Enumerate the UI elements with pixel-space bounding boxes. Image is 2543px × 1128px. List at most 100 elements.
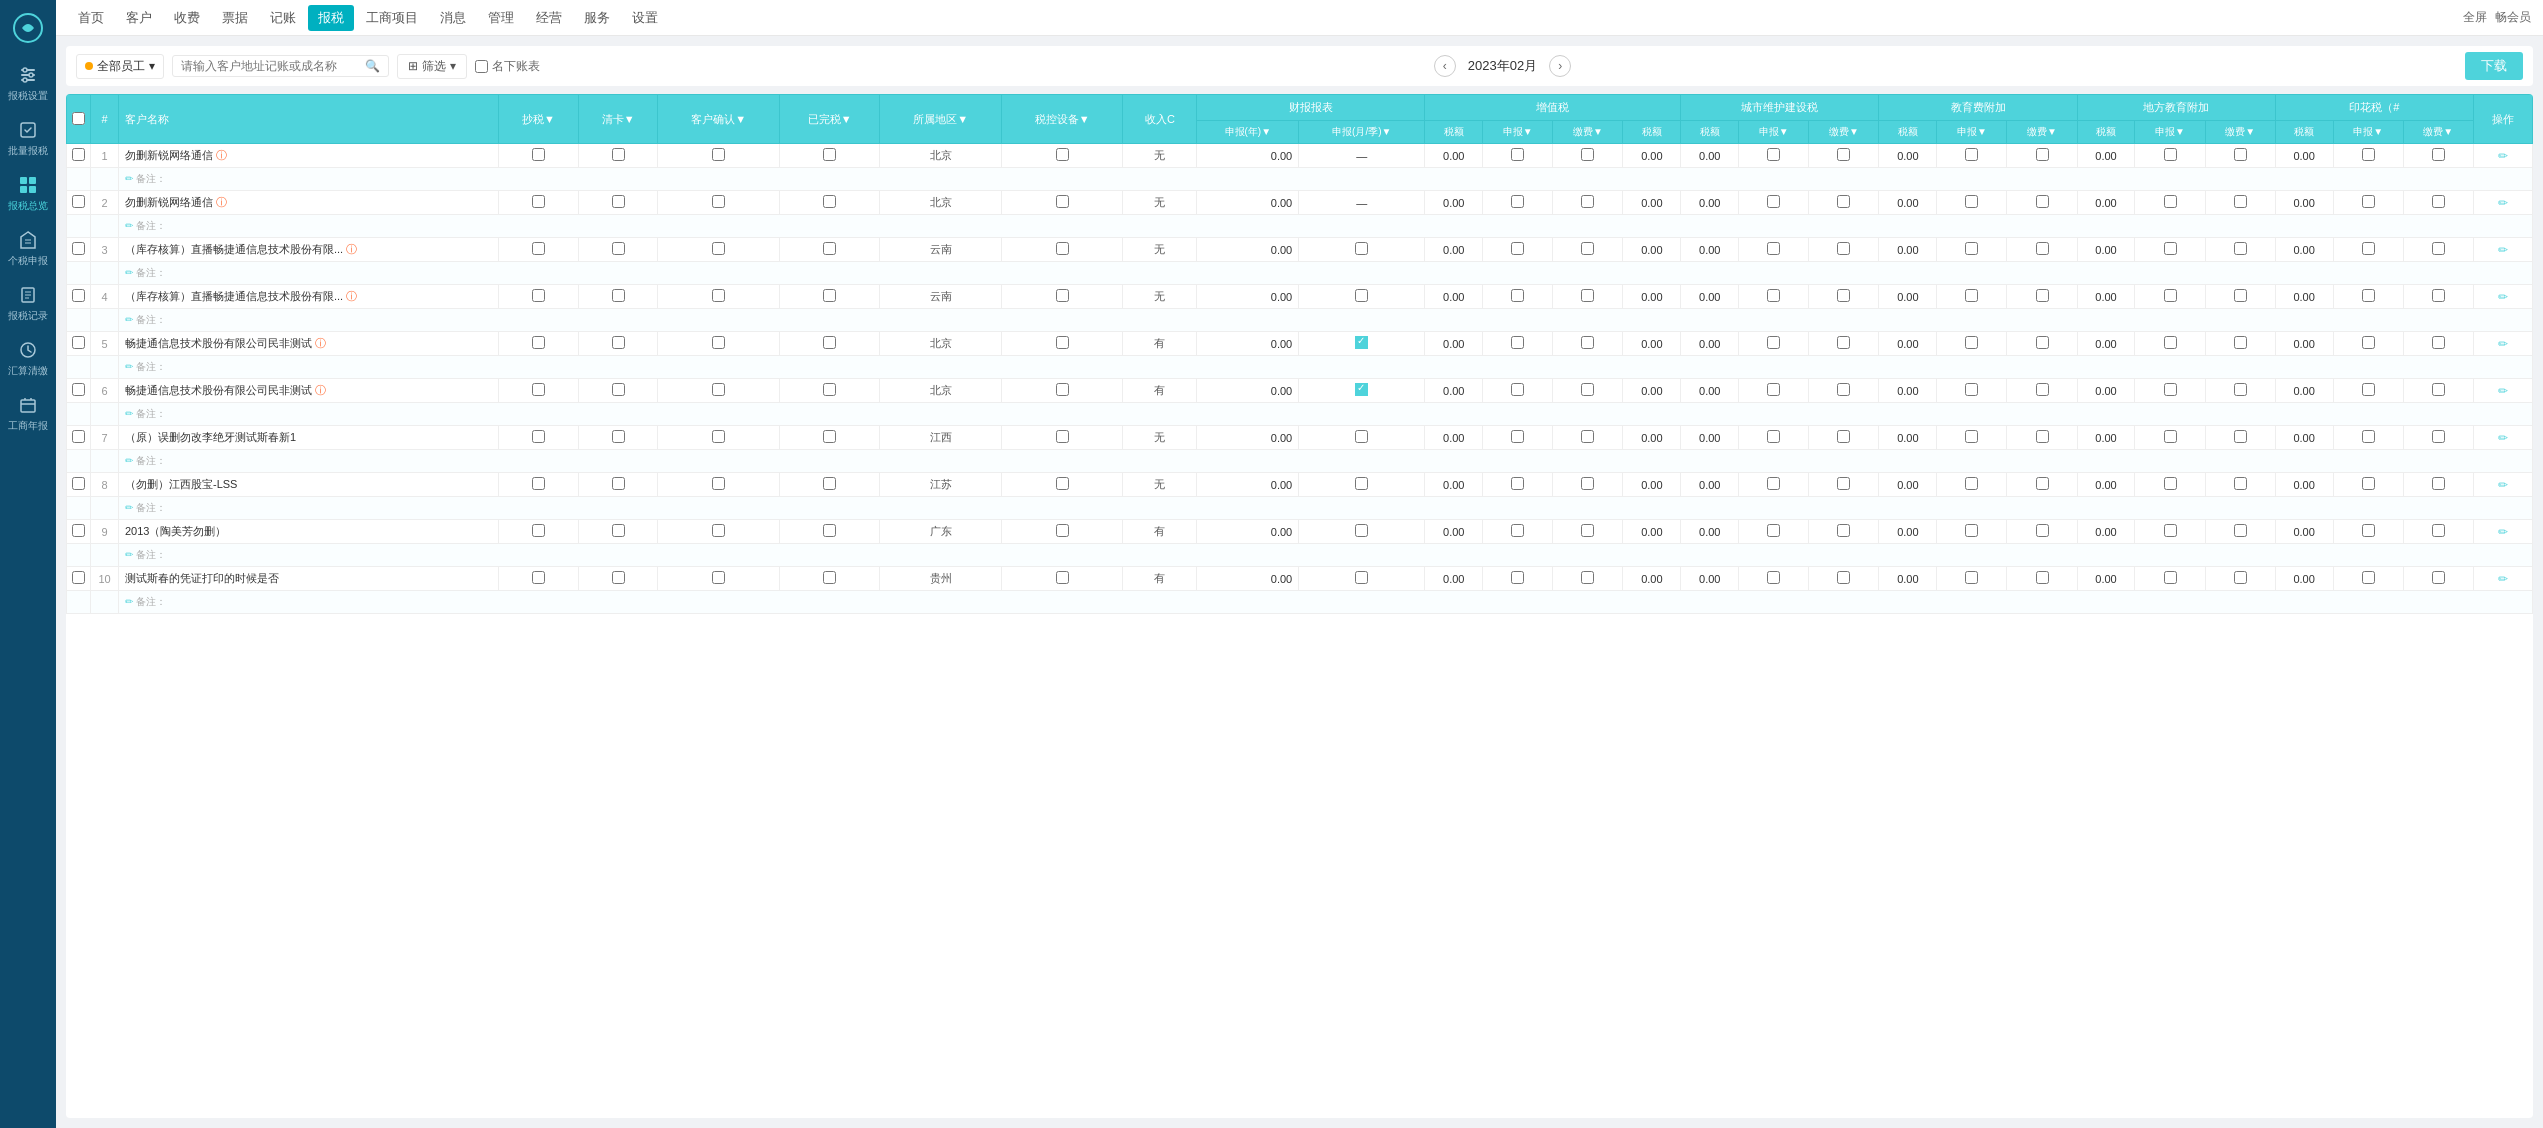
- edu-pay-checkbox[interactable]: [2036, 571, 2049, 584]
- prev-month-btn[interactable]: ‹: [1434, 55, 1456, 77]
- completed-checkbox[interactable]: [823, 242, 836, 255]
- device-checkbox[interactable]: [1056, 477, 1069, 490]
- chaoshui-checkbox[interactable]: [532, 477, 545, 490]
- completed-checkbox[interactable]: [823, 148, 836, 161]
- remark-edit-icon[interactable]: ✏: [125, 549, 133, 560]
- chaoshui-checkbox[interactable]: [532, 289, 545, 302]
- vat-pay-checkbox[interactable]: [1581, 477, 1594, 490]
- nav-gongshang[interactable]: 工商项目: [356, 5, 428, 31]
- stamp-apply-checkbox[interactable]: [2362, 195, 2375, 208]
- edu-apply-checkbox[interactable]: [1965, 195, 1978, 208]
- city-pay-checkbox[interactable]: [1837, 148, 1850, 161]
- edu-pay-checkbox[interactable]: [2036, 195, 2049, 208]
- edu-pay-checkbox[interactable]: [2036, 524, 2049, 537]
- local-apply-checkbox[interactable]: [2164, 336, 2177, 349]
- edu-apply-checkbox[interactable]: [1965, 571, 1978, 584]
- vat-pay-checkbox[interactable]: [1581, 195, 1594, 208]
- city-pay-checkbox[interactable]: [1837, 477, 1850, 490]
- qingka-checkbox[interactable]: [612, 524, 625, 537]
- row-checkbox[interactable]: [72, 524, 85, 537]
- stamp-apply-checkbox[interactable]: [2362, 336, 2375, 349]
- nav-fuwu[interactable]: 服务: [574, 5, 620, 31]
- city-pay-checkbox[interactable]: [1837, 571, 1850, 584]
- named-list-checkbox[interactable]: [475, 60, 488, 73]
- qingka-checkbox[interactable]: [612, 336, 625, 349]
- local-apply-checkbox[interactable]: [2164, 148, 2177, 161]
- year-checkbox[interactable]: [1355, 524, 1368, 537]
- nav-guanli[interactable]: 管理: [478, 5, 524, 31]
- stamp-apply-checkbox[interactable]: [2362, 430, 2375, 443]
- device-checkbox[interactable]: [1056, 383, 1069, 396]
- edit-button[interactable]: ✏: [2498, 337, 2508, 351]
- local-apply-checkbox[interactable]: [2164, 383, 2177, 396]
- year-checkbox[interactable]: [1355, 571, 1368, 584]
- edit-button[interactable]: ✏: [2498, 149, 2508, 163]
- completed-checkbox[interactable]: [823, 430, 836, 443]
- device-checkbox[interactable]: [1056, 289, 1069, 302]
- chaoshui-checkbox[interactable]: [532, 383, 545, 396]
- completed-checkbox[interactable]: [823, 336, 836, 349]
- vat-apply-checkbox[interactable]: [1511, 336, 1524, 349]
- completed-checkbox[interactable]: [823, 524, 836, 537]
- confirm-checkbox[interactable]: [712, 289, 725, 302]
- vat-pay-checkbox[interactable]: [1581, 571, 1594, 584]
- city-pay-checkbox[interactable]: [1837, 383, 1850, 396]
- confirm-checkbox[interactable]: [712, 571, 725, 584]
- device-checkbox[interactable]: [1056, 571, 1069, 584]
- completed-checkbox[interactable]: [823, 477, 836, 490]
- edu-pay-checkbox[interactable]: [2036, 477, 2049, 490]
- local-pay-checkbox[interactable]: [2234, 571, 2247, 584]
- qingka-checkbox[interactable]: [612, 571, 625, 584]
- local-apply-checkbox[interactable]: [2164, 524, 2177, 537]
- edu-apply-checkbox[interactable]: [1965, 336, 1978, 349]
- sidebar-item-gongshang-nianbao[interactable]: 工商年报: [0, 386, 56, 441]
- qingka-checkbox[interactable]: [612, 383, 625, 396]
- device-checkbox[interactable]: [1056, 242, 1069, 255]
- device-checkbox[interactable]: [1056, 195, 1069, 208]
- edit-button[interactable]: ✏: [2498, 196, 2508, 210]
- edu-apply-checkbox[interactable]: [1965, 289, 1978, 302]
- employee-filter[interactable]: 全部员工 ▾: [76, 54, 164, 79]
- remark-edit-icon[interactable]: ✏: [125, 220, 133, 231]
- download-button[interactable]: 下载: [2465, 52, 2523, 80]
- stamp-pay-checkbox[interactable]: [2432, 148, 2445, 161]
- completed-checkbox[interactable]: [823, 289, 836, 302]
- vat-pay-checkbox[interactable]: [1581, 336, 1594, 349]
- confirm-checkbox[interactable]: [712, 524, 725, 537]
- edu-apply-checkbox[interactable]: [1965, 524, 1978, 537]
- named-list-check[interactable]: 名下账表: [475, 58, 540, 75]
- row-checkbox[interactable]: [72, 477, 85, 490]
- device-checkbox[interactable]: [1056, 148, 1069, 161]
- confirm-checkbox[interactable]: [712, 430, 725, 443]
- qingka-checkbox[interactable]: [612, 430, 625, 443]
- edu-apply-checkbox[interactable]: [1965, 477, 1978, 490]
- row-checkbox[interactable]: [72, 571, 85, 584]
- local-apply-checkbox[interactable]: [2164, 195, 2177, 208]
- vat-pay-checkbox[interactable]: [1581, 148, 1594, 161]
- edit-button[interactable]: ✏: [2498, 431, 2508, 445]
- local-pay-checkbox[interactable]: [2234, 336, 2247, 349]
- chaoshui-checkbox[interactable]: [532, 242, 545, 255]
- member-btn[interactable]: 畅会员: [2495, 9, 2531, 26]
- completed-checkbox[interactable]: [823, 383, 836, 396]
- local-pay-checkbox[interactable]: [2234, 289, 2247, 302]
- stamp-pay-checkbox[interactable]: [2432, 195, 2445, 208]
- city-pay-checkbox[interactable]: [1837, 242, 1850, 255]
- device-checkbox[interactable]: [1056, 430, 1069, 443]
- city-pay-checkbox[interactable]: [1837, 524, 1850, 537]
- vat-pay-checkbox[interactable]: [1581, 383, 1594, 396]
- local-pay-checkbox[interactable]: [2234, 524, 2247, 537]
- remark-edit-icon[interactable]: ✏: [125, 596, 133, 607]
- local-apply-checkbox[interactable]: [2164, 289, 2177, 302]
- qingka-checkbox[interactable]: [612, 148, 625, 161]
- vat-apply-checkbox[interactable]: [1511, 148, 1524, 161]
- nav-baoshui[interactable]: 报税: [308, 5, 354, 31]
- city-pay-checkbox[interactable]: [1837, 430, 1850, 443]
- stamp-apply-checkbox[interactable]: [2362, 477, 2375, 490]
- remark-edit-icon[interactable]: ✏: [125, 314, 133, 325]
- stamp-pay-checkbox[interactable]: [2432, 524, 2445, 537]
- confirm-checkbox[interactable]: [712, 336, 725, 349]
- city-apply-checkbox[interactable]: [1767, 242, 1780, 255]
- edu-apply-checkbox[interactable]: [1965, 430, 1978, 443]
- stamp-pay-checkbox[interactable]: [2432, 477, 2445, 490]
